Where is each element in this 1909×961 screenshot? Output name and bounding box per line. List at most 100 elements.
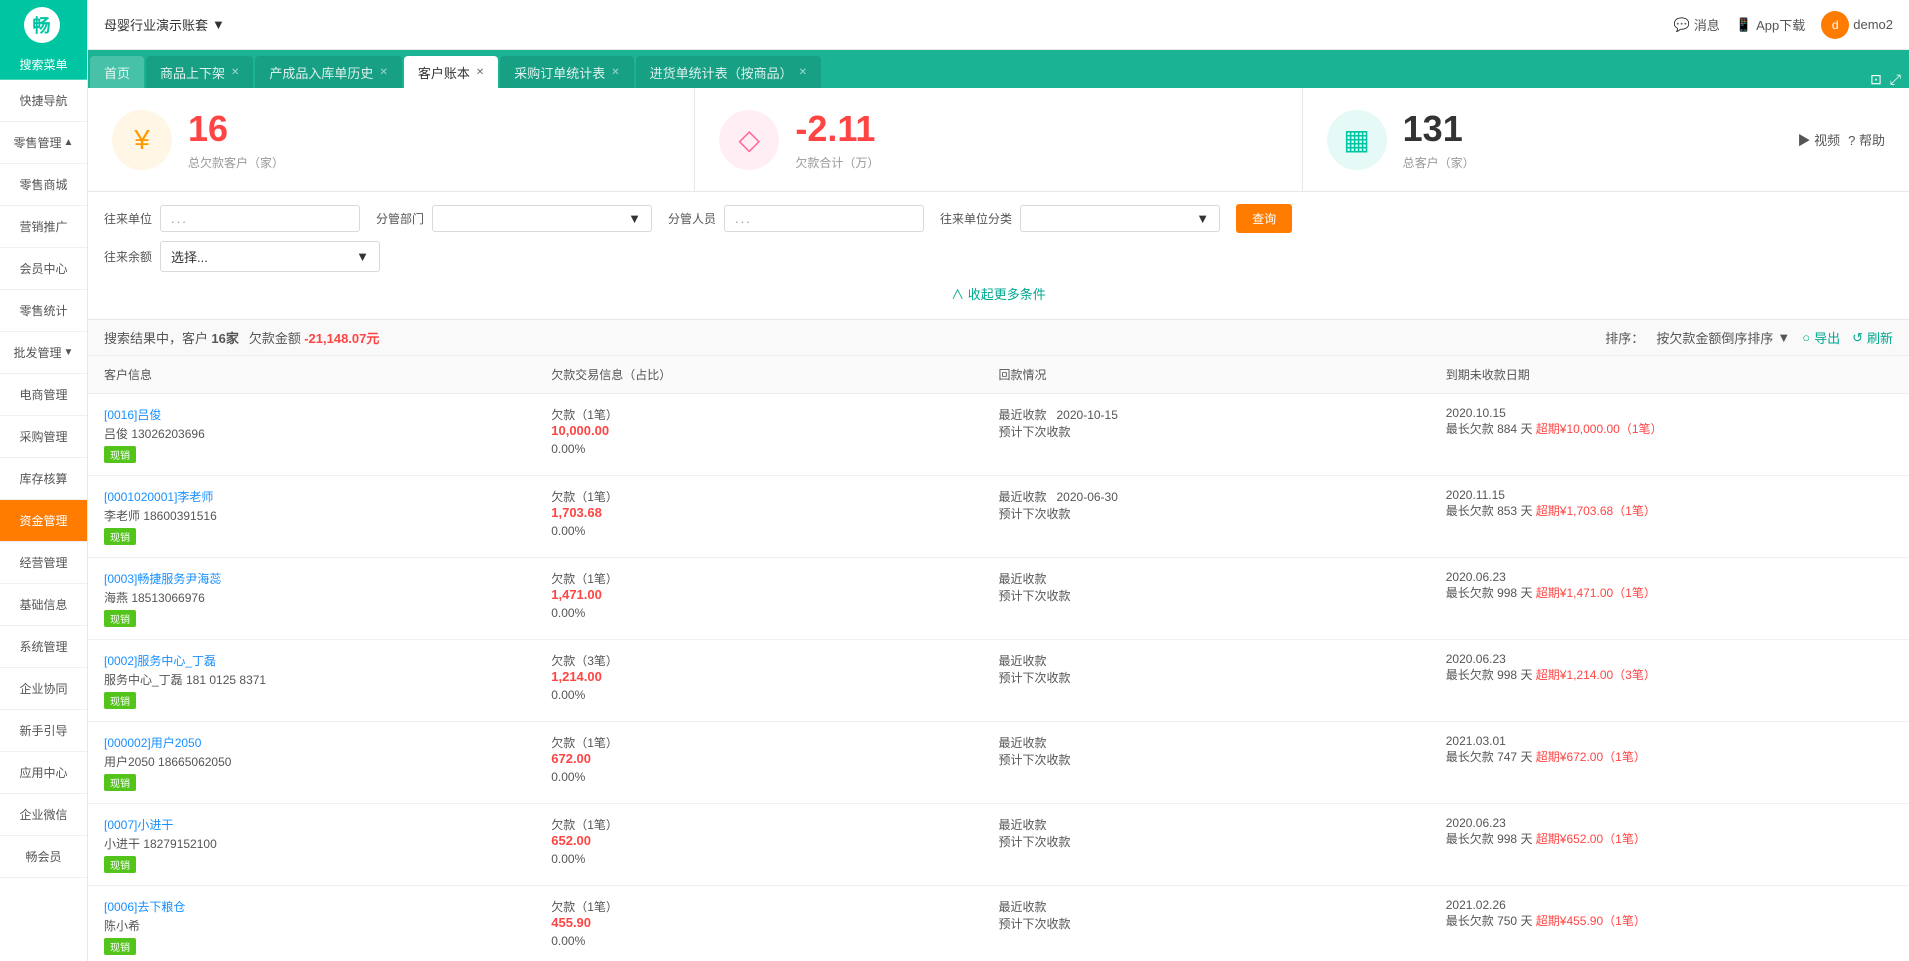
sidebar-item-app-center[interactable]: 应用中心 <box>0 752 87 794</box>
debt-amount: 455.90 <box>551 915 998 930</box>
tab-purchase-order[interactable]: 采购订单统计表 ✕ <box>500 56 633 88</box>
overdue-amount[interactable]: 超期¥652.00（1笔） <box>1536 832 1646 846</box>
debt-count: 欠款（1笔） <box>551 898 998 915</box>
window-restore-icon[interactable]: ⊡ <box>1870 71 1882 88</box>
return-info-cell: 最近收款 预计下次收款 <box>999 816 1446 850</box>
due-date: 2021.02.26 <box>1446 898 1893 912</box>
customer-name-link[interactable]: [0002]服务中心_丁磊 <box>104 652 551 669</box>
sidebar-item-new-guide[interactable]: 新手引导 <box>0 710 87 752</box>
sidebar-item-purchase-mgmt[interactable]: 采购管理 <box>0 416 87 458</box>
tab-product-status[interactable]: 商品上下架 ✕ <box>146 56 253 88</box>
debt-percent: 0.00% <box>551 442 998 456</box>
customer-info-cell: [0003]畅捷服务尹海蕊 海燕 18513066976 现销 <box>104 570 551 627</box>
tab-close-icon[interactable]: ✕ <box>379 67 387 78</box>
export-btn[interactable]: ○ 导出 <box>1802 328 1840 347</box>
query-button[interactable]: 查询 <box>1236 204 1292 233</box>
debt-total-label: 欠款合计（万） <box>795 154 879 171</box>
tab-close-icon[interactable]: ✕ <box>231 67 239 78</box>
sidebar-item-retail-stats[interactable]: 零售统计 <box>0 290 87 332</box>
customer-name-link[interactable]: [0003]畅捷服务尹海蕊 <box>104 570 551 587</box>
collapse-filter-btn[interactable]: ∧ 收起更多条件 <box>104 280 1893 307</box>
header-return-info: 回款情况 <box>999 366 1446 383</box>
customer-tag: 现销 <box>104 774 136 791</box>
tab-home-label: 首页 <box>104 63 130 82</box>
header-due-date: 到期未收款日期 <box>1446 366 1893 383</box>
result-bar: 搜索结果中，客户 16家 欠款金额 -21,148.07元 排序： 按欠款金额倒… <box>88 320 1909 356</box>
from-unit-label: 往来单位 <box>104 210 152 227</box>
summary-card3-content: 131 总客户（家） <box>1403 108 1475 171</box>
sidebar-item-retail-mall[interactable]: 零售商城 <box>0 164 87 206</box>
last-payment: 最近收款 <box>999 652 1446 669</box>
sidebar-item-retail-mgmt[interactable]: 零售管理 ▲ <box>0 122 87 164</box>
due-date-cell: 2020.06.23 最长欠款 998 天 超期¥1,471.00（1笔） <box>1446 570 1893 601</box>
sidebar-item-ops-mgmt[interactable]: 经营管理 <box>0 542 87 584</box>
user-menu[interactable]: d demo2 <box>1821 11 1893 39</box>
sidebar-item-search[interactable]: 搜索菜单 <box>0 50 87 80</box>
table-header: 客户信息 欠款交易信息（占比） 回款情况 到期未收款日期 <box>88 356 1909 394</box>
customer-phone: 吕俊 13026203696 <box>104 425 551 442</box>
unit-category-label: 往来单位分类 <box>940 210 1012 227</box>
app-download-btn[interactable]: 📱 App下载 <box>1736 15 1805 34</box>
debt-customers-icon: ¥ <box>112 110 172 170</box>
manager-input[interactable]: ... <box>724 205 924 232</box>
window-expand-icon[interactable]: ⤢ <box>1890 71 1901 88</box>
tab-production-history[interactable]: 产成品入库单历史 ✕ <box>255 56 401 88</box>
sidebar-item-member-center[interactable]: 会员中心 <box>0 248 87 290</box>
balance-select[interactable]: 选择... ▼ <box>160 241 380 272</box>
sort-label: 排序： <box>1605 328 1644 347</box>
customer-name-link[interactable]: [0006]去下粮仓 <box>104 898 551 915</box>
industry-selector[interactable]: 母婴行业演示账套 ▼ <box>104 15 225 34</box>
message-btn[interactable]: 💬 消息 <box>1674 15 1720 34</box>
customer-info-cell: [0007]小进干 小进干 18279152100 现销 <box>104 816 551 873</box>
sidebar-item-enterprise-collab[interactable]: 企业协同 <box>0 668 87 710</box>
sidebar-item-ecommerce[interactable]: 电商管理 <box>0 374 87 416</box>
customer-name-link[interactable]: [0007]小进干 <box>104 816 551 833</box>
tab-incoming-stats[interactable]: 进货单统计表（按商品） ✕ <box>636 56 821 88</box>
customer-name-link[interactable]: [0001020001]李老师 <box>104 488 551 505</box>
overdue-amount[interactable]: 超期¥1,703.68（1笔） <box>1536 504 1656 518</box>
customer-tag: 现销 <box>104 856 136 873</box>
from-unit-dots: ... <box>171 211 188 226</box>
last-payment: 最近收款 <box>999 570 1446 587</box>
sidebar-item-system[interactable]: 系统管理 <box>0 626 87 668</box>
sidebar-item-inventory[interactable]: 库存核算 <box>0 458 87 500</box>
debt-count: 欠款（1笔） <box>551 488 998 505</box>
sidebar-item-marketing[interactable]: 营销推广 <box>0 206 87 248</box>
table-row: [000002]用户2050 用户2050 18665062050 现销 欠款（… <box>88 722 1909 804</box>
overdue-amount[interactable]: 超期¥1,471.00（1笔） <box>1536 586 1656 600</box>
sidebar-item-finance[interactable]: 资金管理 <box>0 500 87 542</box>
customer-name-link[interactable]: [0016]吕俊 <box>104 406 551 423</box>
sidebar-item-basic-info[interactable]: 基础信息 <box>0 584 87 626</box>
help-btn[interactable]: ? 帮助 <box>1848 130 1885 149</box>
tab-close-icon[interactable]: ✕ <box>799 67 807 78</box>
customer-phone: 小进干 18279152100 <box>104 835 551 852</box>
sidebar-item-quick-nav[interactable]: 快捷导航 <box>0 80 87 122</box>
table-row: [0002]服务中心_丁磊 服务中心_丁磊 181 0125 8371 现销 欠… <box>88 640 1909 722</box>
tab-close-icon[interactable]: ✕ <box>611 67 619 78</box>
dept-select[interactable]: ▼ <box>432 205 652 232</box>
overdue-amount[interactable]: 超期¥455.90（1笔） <box>1536 914 1646 928</box>
return-info-cell: 最近收款 预计下次收款 <box>999 898 1446 932</box>
refresh-btn[interactable]: ↺ 刷新 <box>1852 328 1893 347</box>
sidebar-item-batch-mgmt[interactable]: 批发管理 ▼ <box>0 332 87 374</box>
overdue-amount[interactable]: 超期¥1,214.00（3笔） <box>1536 668 1656 682</box>
last-payment: 最近收款 <box>999 898 1446 915</box>
customer-name-link[interactable]: [000002]用户2050 <box>104 734 551 751</box>
overdue-amount[interactable]: 超期¥10,000.00（1笔） <box>1536 422 1663 436</box>
sidebar-item-enterprise-wechat[interactable]: 企业微信 <box>0 794 87 836</box>
from-unit-input[interactable]: ... <box>160 205 360 232</box>
due-date-cell: 2021.02.26 最长欠款 750 天 超期¥455.90（1笔） <box>1446 898 1893 929</box>
video-btn[interactable]: ▶ 视频 <box>1797 130 1840 149</box>
return-info-cell: 最近收款 2020-10-15 预计下次收款 <box>999 406 1446 440</box>
download-icon: 📱 <box>1736 17 1752 33</box>
tab-close-icon[interactable]: ✕ <box>476 67 484 78</box>
tab-home[interactable]: 首页 <box>90 56 144 88</box>
sort-selector[interactable]: 按欠款金额倒序排序 ▼ <box>1656 328 1790 347</box>
sidebar-item-vip-member[interactable]: 畅会员 <box>0 836 87 878</box>
tab-customer-account[interactable]: 客户账本 ✕ <box>404 56 498 88</box>
header-customer-info: 客户信息 <box>104 366 551 383</box>
debt-percent: 0.00% <box>551 852 998 866</box>
unit-category-select[interactable]: ▼ <box>1020 205 1220 232</box>
overdue-amount[interactable]: 超期¥672.00（1笔） <box>1536 750 1646 764</box>
table-row: [0007]小进干 小进干 18279152100 现销 欠款（1笔） 652.… <box>88 804 1909 886</box>
